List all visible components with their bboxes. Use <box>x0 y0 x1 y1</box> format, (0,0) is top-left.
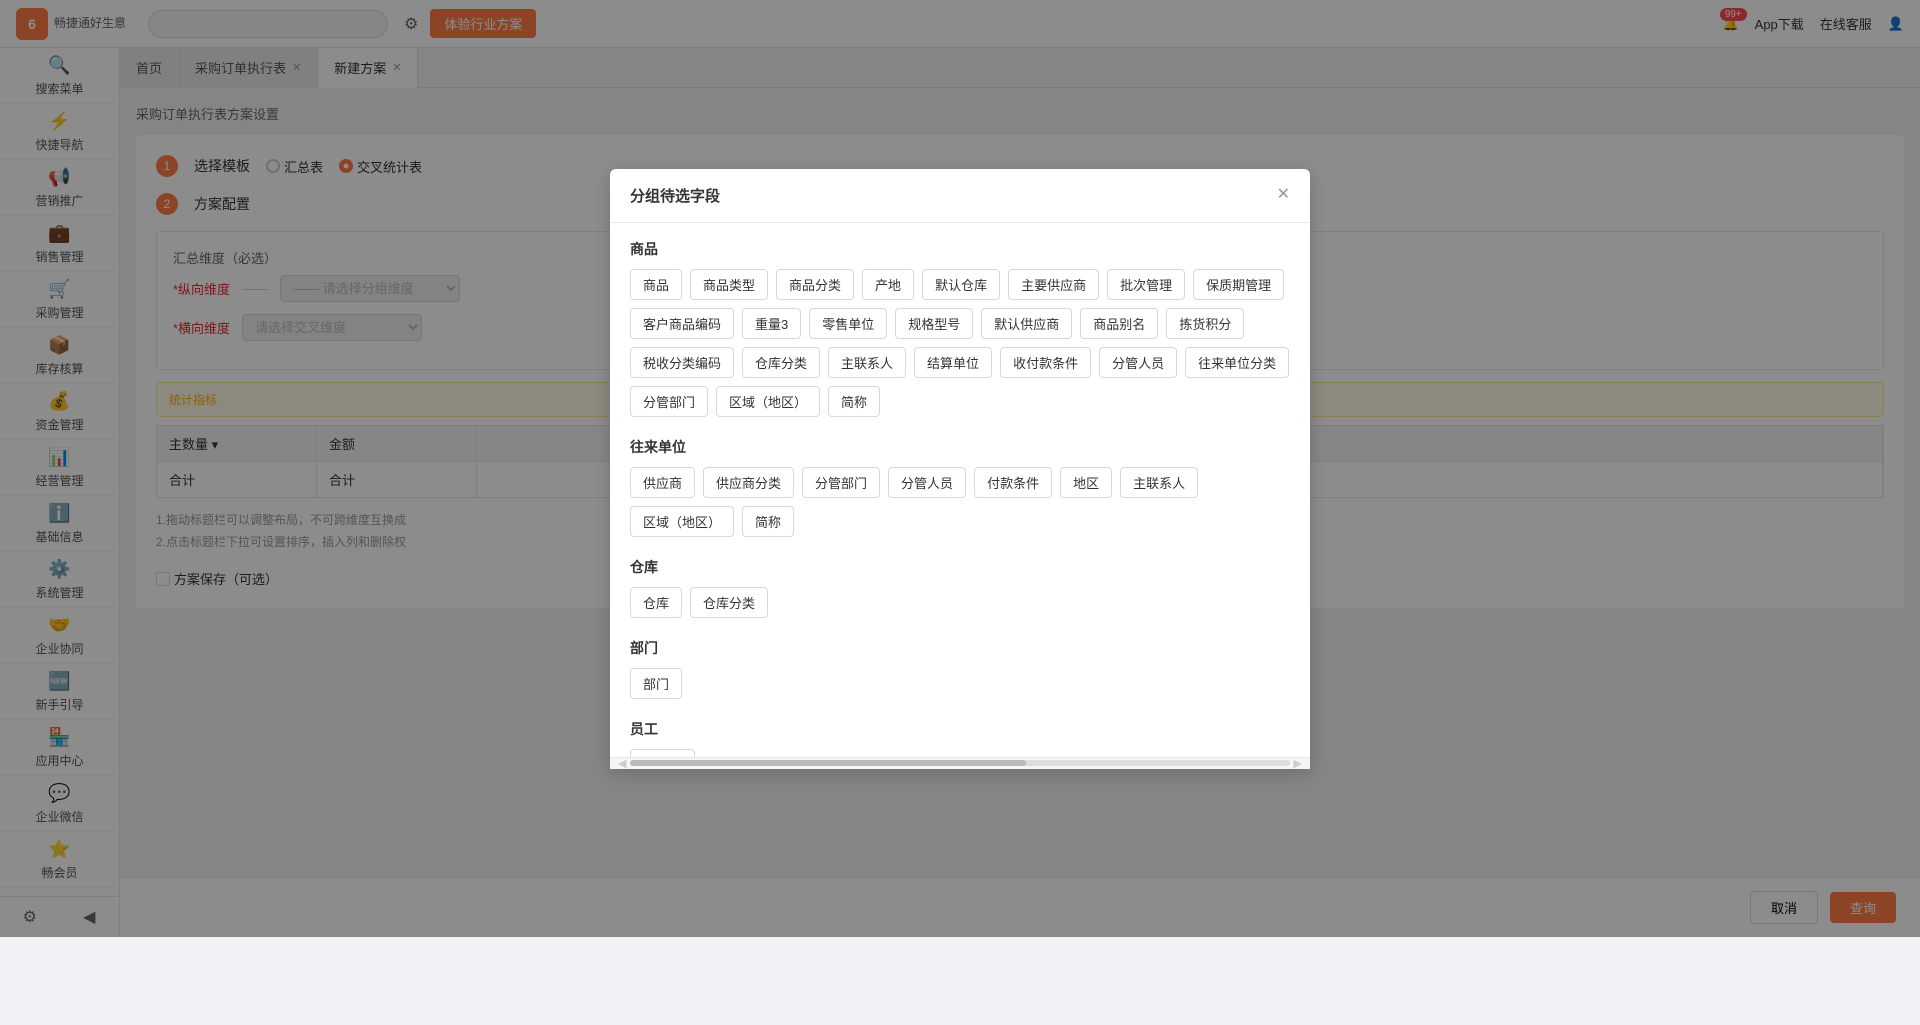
field-tag-0-22[interactable]: 分管部门 <box>630 386 708 417</box>
field-tag-1-6[interactable]: 主联系人 <box>1120 467 1198 498</box>
modal-hscroll[interactable]: ◀ ▶ <box>610 757 1310 769</box>
field-tag-0-24[interactable]: 简称 <box>828 386 880 417</box>
field-tag-2-1[interactable]: 仓库分类 <box>690 587 768 618</box>
field-tag-3-0[interactable]: 部门 <box>630 668 682 699</box>
field-tag-0-16[interactable]: 仓库分类 <box>742 347 820 378</box>
field-section-title-2: 仓库 <box>630 557 1290 577</box>
field-section-1: 往来单位供应商供应商分类分管部门分管人员付款条件地区主联系人区域（地区） 简称 <box>630 437 1290 537</box>
field-section-4: 员工业务员 <box>630 719 1290 757</box>
modal-overlay[interactable]: 分组待选字段 ✕ 商品商品商品类型商品分类产地默认仓库主要供应商批次管理保质期管… <box>0 0 1920 937</box>
field-tag-0-8[interactable]: 客户商品编码 <box>630 308 734 339</box>
field-tag-0-12[interactable]: 默认供应商 <box>981 308 1072 339</box>
field-section-3: 部门部门 <box>630 638 1290 699</box>
field-tag-2-0[interactable]: 仓库 <box>630 587 682 618</box>
field-tag-0-13[interactable]: 商品别名 <box>1080 308 1158 339</box>
field-tag-0-18[interactable]: 结算单位 <box>914 347 992 378</box>
field-tag-0-17[interactable]: 主联系人 <box>828 347 906 378</box>
field-tag-1-4[interactable]: 付款条件 <box>974 467 1052 498</box>
hscroll-right-arrow[interactable]: ▶ <box>1290 757 1306 770</box>
field-tag-0-3[interactable]: 产地 <box>862 269 914 300</box>
hscroll-left-arrow[interactable]: ◀ <box>614 757 630 770</box>
field-tags-2: 仓库仓库分类 <box>630 587 1290 618</box>
modal-title: 分组待选字段 <box>630 185 720 206</box>
field-section-2: 仓库仓库仓库分类 <box>630 557 1290 618</box>
modal-close-button[interactable]: ✕ <box>1277 187 1290 203</box>
hscroll-track[interactable] <box>630 760 1289 766</box>
field-tag-0-19[interactable]: 收付款条件 <box>1000 347 1091 378</box>
field-tag-1-0[interactable]: 供应商 <box>630 467 695 498</box>
field-tag-0-14[interactable]: 拣货积分 <box>1166 308 1244 339</box>
field-tag-1-7[interactable]: 区域（地区） <box>630 506 734 537</box>
field-tag-0-2[interactable]: 商品分类 <box>776 269 854 300</box>
field-tag-0-7[interactable]: 保质期管理 <box>1193 269 1284 300</box>
field-section-title-1: 往来单位 <box>630 437 1290 457</box>
field-tag-0-1[interactable]: 商品类型 <box>690 269 768 300</box>
hscroll-thumb[interactable] <box>630 760 1025 766</box>
field-tag-0-4[interactable]: 默认仓库 <box>922 269 1000 300</box>
field-tags-0: 商品商品类型商品分类产地默认仓库主要供应商批次管理保质期管理客户商品编码重量3 零… <box>630 269 1290 417</box>
field-section-title-4: 员工 <box>630 719 1290 739</box>
field-tag-1-3[interactable]: 分管人员 <box>888 467 966 498</box>
field-tag-0-15[interactable]: 税收分类编码 <box>630 347 734 378</box>
field-section-title-0: 商品 <box>630 239 1290 259</box>
field-tags-3: 部门 <box>630 668 1290 699</box>
field-tag-4-0[interactable]: 业务员 <box>630 749 695 757</box>
field-tags-1: 供应商供应商分类分管部门分管人员付款条件地区主联系人区域（地区） 简称 <box>630 467 1290 537</box>
field-tag-0-11[interactable]: 规格型号 <box>895 308 973 339</box>
modal-body[interactable]: 商品商品商品类型商品分类产地默认仓库主要供应商批次管理保质期管理客户商品编码重量… <box>610 223 1310 757</box>
modal-header: 分组待选字段 ✕ <box>610 169 1310 223</box>
field-tag-0-6[interactable]: 批次管理 <box>1107 269 1185 300</box>
field-tag-0-23[interactable]: 区域（地区） <box>716 386 820 417</box>
field-tag-0-9[interactable]: 重量3 <box>742 308 801 339</box>
field-tag-0-0[interactable]: 商品 <box>630 269 682 300</box>
field-section-0: 商品商品商品类型商品分类产地默认仓库主要供应商批次管理保质期管理客户商品编码重量… <box>630 239 1290 417</box>
field-tag-0-5[interactable]: 主要供应商 <box>1008 269 1099 300</box>
field-tag-0-21[interactable]: 往来单位分类 <box>1185 347 1289 378</box>
field-tags-4: 业务员 <box>630 749 1290 757</box>
field-tag-1-1[interactable]: 供应商分类 <box>703 467 794 498</box>
field-section-title-3: 部门 <box>630 638 1290 658</box>
modal-dialog: 分组待选字段 ✕ 商品商品商品类型商品分类产地默认仓库主要供应商批次管理保质期管… <box>610 169 1310 769</box>
field-tag-1-5[interactable]: 地区 <box>1060 467 1112 498</box>
field-tag-1-2[interactable]: 分管部门 <box>802 467 880 498</box>
field-tag-0-10[interactable]: 零售单位 <box>809 308 887 339</box>
field-tag-1-8[interactable]: 简称 <box>742 506 794 537</box>
field-tag-0-20[interactable]: 分管人员 <box>1099 347 1177 378</box>
